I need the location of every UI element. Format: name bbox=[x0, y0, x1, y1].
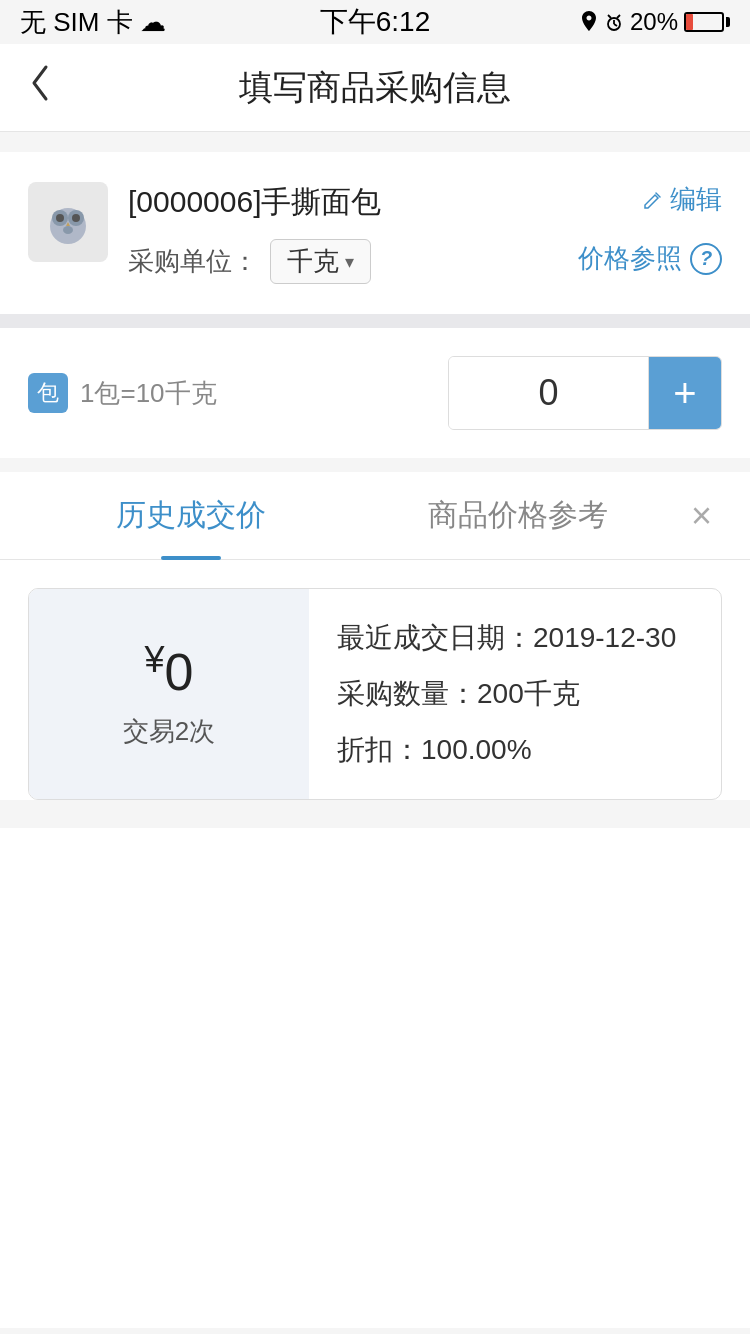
unit-badge: 包 bbox=[28, 373, 68, 413]
tab-price-reference[interactable]: 商品价格参考 bbox=[354, 472, 680, 560]
dropdown-arrow-icon: ▾ bbox=[345, 251, 354, 273]
svg-point-8 bbox=[56, 214, 64, 222]
product-name: [0000006]手撕面包 bbox=[128, 182, 381, 223]
section-divider bbox=[0, 314, 750, 328]
tabs-header: 历史成交价 商品价格参考 × bbox=[0, 472, 750, 560]
history-price-panel: ¥0 交易2次 bbox=[29, 589, 309, 799]
page-title: 填写商品采购信息 bbox=[239, 65, 511, 111]
alarm-icon bbox=[604, 11, 624, 33]
tab-history-price[interactable]: 历史成交价 bbox=[28, 472, 354, 560]
owl-icon bbox=[38, 192, 98, 252]
battery-percent: 20% bbox=[630, 8, 678, 36]
quantity-input[interactable] bbox=[449, 357, 649, 429]
unit-select[interactable]: 千克 ▾ bbox=[270, 239, 371, 284]
info-icon: ? bbox=[690, 243, 722, 275]
history-transactions: 交易2次 bbox=[123, 714, 215, 749]
currency-symbol: ¥ bbox=[145, 639, 165, 680]
history-card: ¥0 交易2次 最近成交日期：2019-12-30 采购数量：200千克 折扣：… bbox=[28, 588, 722, 800]
recent-date-row: 最近成交日期：2019-12-30 bbox=[337, 619, 693, 657]
unit-label: 采购单位： bbox=[128, 244, 258, 279]
history-details-panel: 最近成交日期：2019-12-30 采购数量：200千克 折扣：100.00% bbox=[309, 589, 721, 799]
status-carrier: 无 SIM 卡 ☁ bbox=[20, 5, 166, 40]
quantity-increment-button[interactable]: + bbox=[649, 357, 721, 429]
svg-line-2 bbox=[614, 24, 617, 26]
svg-line-3 bbox=[608, 15, 611, 18]
battery-indicator bbox=[684, 12, 730, 32]
quantity-control: + bbox=[448, 356, 722, 430]
price-reference-button[interactable]: 价格参照 ? bbox=[578, 241, 722, 276]
page-rest bbox=[0, 828, 750, 1328]
edit-icon bbox=[642, 189, 664, 211]
status-right: 20% bbox=[580, 8, 730, 36]
svg-point-9 bbox=[72, 214, 80, 222]
status-bar: 无 SIM 卡 ☁ 下午6:12 20% bbox=[0, 0, 750, 44]
back-button[interactable] bbox=[28, 63, 52, 112]
svg-line-4 bbox=[617, 15, 620, 18]
svg-point-10 bbox=[63, 226, 73, 234]
status-time: 下午6:12 bbox=[320, 3, 431, 41]
quantity-row: 包 1包=10千克 + bbox=[0, 328, 750, 458]
edit-button[interactable]: 编辑 bbox=[642, 182, 722, 217]
location-icon bbox=[580, 11, 598, 33]
unit-description: 1包=10千克 bbox=[80, 376, 217, 411]
navigation-bar: 填写商品采购信息 bbox=[0, 44, 750, 132]
product-card: [0000006]手撕面包 采购单位： 千克 ▾ 编辑 价格参照 bbox=[0, 152, 750, 314]
history-price-value: ¥0 bbox=[145, 639, 194, 702]
tabs-section: 历史成交价 商品价格参考 × ¥0 交易2次 最近成交日期：2019-12-30… bbox=[0, 472, 750, 800]
product-thumbnail bbox=[28, 182, 108, 262]
discount-row: 折扣：100.00% bbox=[337, 731, 693, 769]
tabs-close-button[interactable]: × bbox=[681, 485, 722, 547]
purchase-quantity-row: 采购数量：200千克 bbox=[337, 675, 693, 713]
